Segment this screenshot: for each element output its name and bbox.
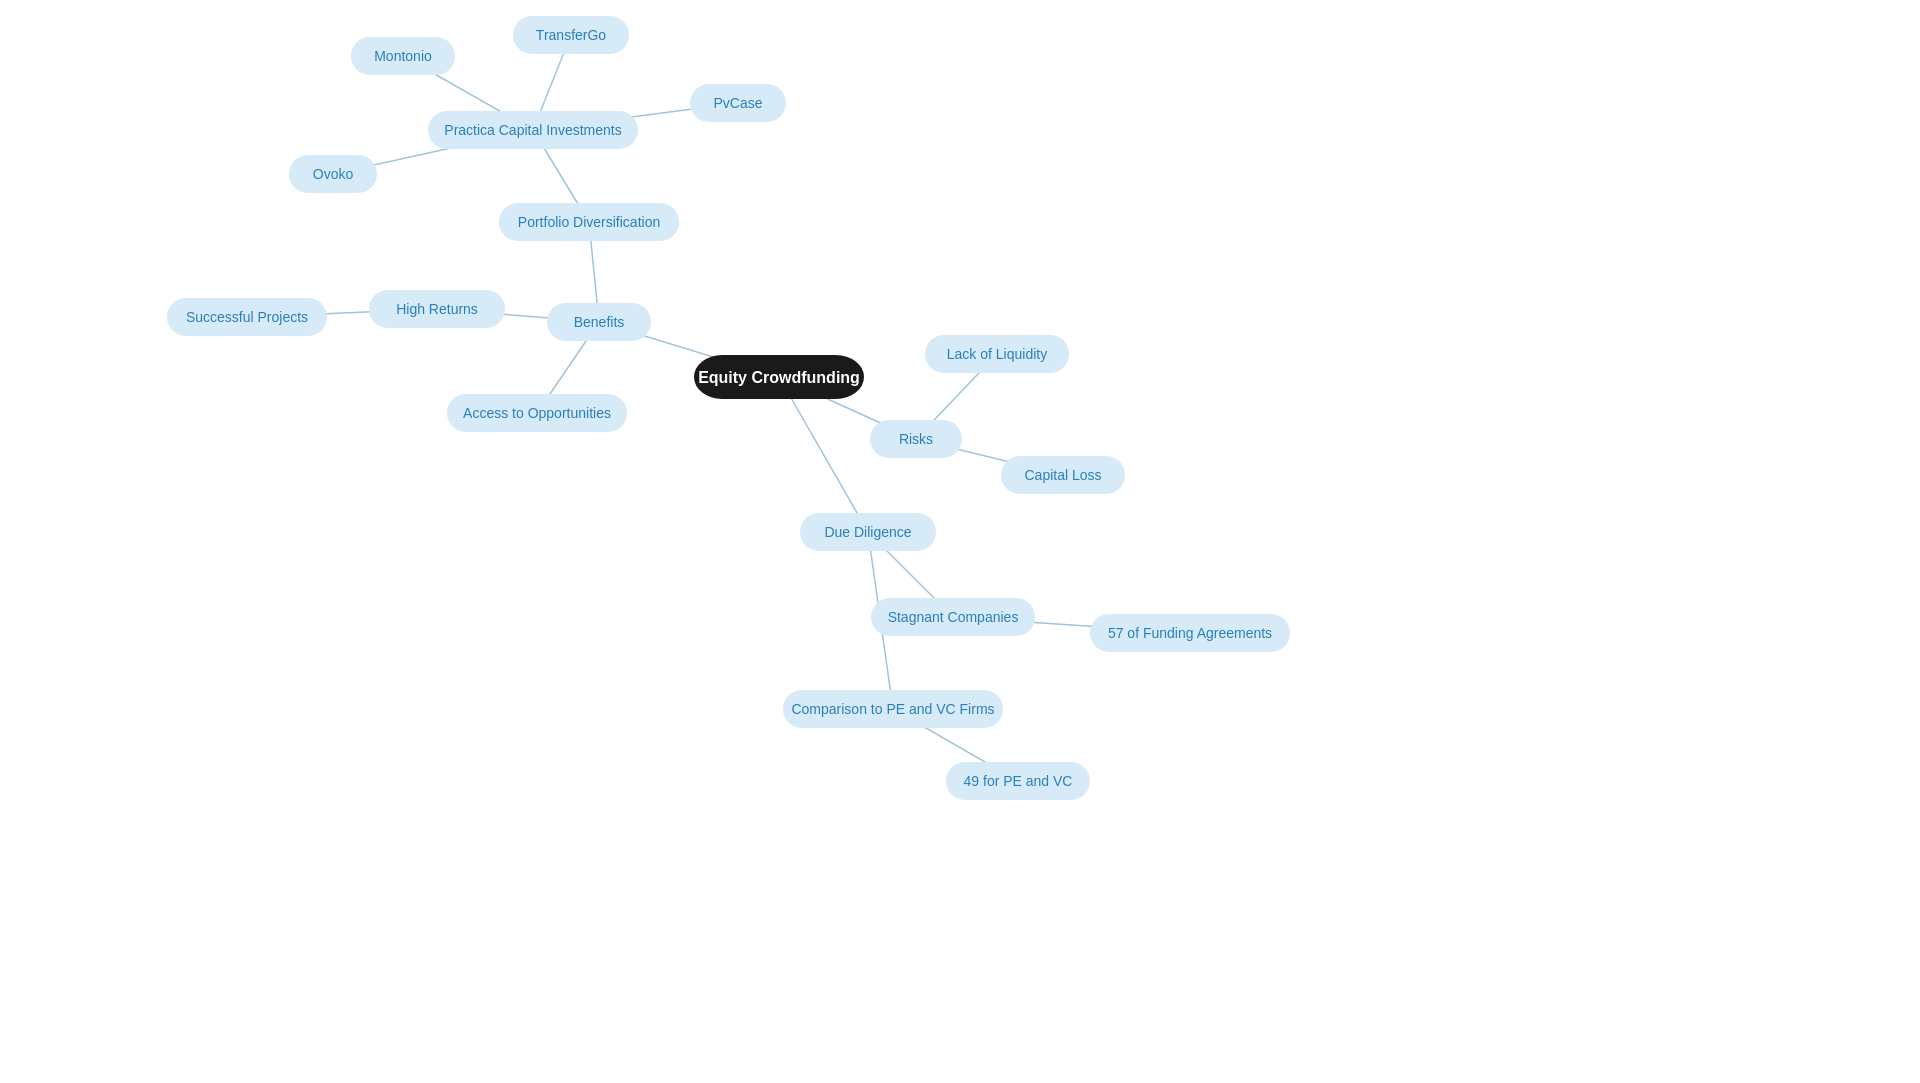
pvcase-label: PvCase — [713, 95, 762, 111]
benefits-label: Benefits — [574, 314, 625, 330]
node-capital-loss[interactable]: Capital Loss — [1001, 456, 1125, 494]
node-due-diligence[interactable]: Due Diligence — [800, 513, 936, 551]
edge-center-duediligence — [779, 377, 868, 532]
node-funding-agreements[interactable]: 57 of Funding Agreements — [1090, 614, 1290, 652]
node-practica-capital[interactable]: Practica Capital Investments — [428, 111, 638, 149]
node-access-opportunities[interactable]: Access to Opportunities — [447, 394, 627, 432]
node-transfergo[interactable]: TransferGo — [513, 16, 629, 54]
mind-map: .edge-line { stroke: #a0c4d8; stroke-wid… — [0, 0, 1920, 1083]
node-successful-projects[interactable]: Successful Projects — [167, 298, 327, 336]
node-risks[interactable]: Risks — [870, 420, 962, 458]
access-opportunities-label: Access to Opportunities — [463, 405, 611, 421]
node-lack-liquidity[interactable]: Lack of Liquidity — [925, 335, 1069, 373]
lack-liquidity-label: Lack of Liquidity — [947, 346, 1047, 362]
risks-label: Risks — [899, 431, 933, 447]
node-pvcase[interactable]: PvCase — [690, 84, 786, 122]
transfergo-label: TransferGo — [536, 27, 606, 43]
stagnant-companies-label: Stagnant Companies — [888, 609, 1019, 625]
node-comparison-pevc[interactable]: Comparison to PE and VC Firms — [783, 690, 1003, 728]
funding-agreements-label: 57 of Funding Agreements — [1108, 625, 1272, 641]
node-pe-vc[interactable]: 49 for PE and VC — [946, 762, 1090, 800]
center-label: Equity Crowdfunding — [698, 369, 860, 386]
comparison-pevc-label: Comparison to PE and VC Firms — [791, 701, 994, 717]
ovoko-label: Ovoko — [313, 166, 354, 182]
node-benefits[interactable]: Benefits — [547, 303, 651, 341]
capital-loss-label: Capital Loss — [1024, 467, 1101, 483]
due-diligence-label: Due Diligence — [824, 524, 911, 540]
high-returns-label: High Returns — [396, 301, 478, 317]
portfolio-diversification-label: Portfolio Diversification — [518, 214, 660, 230]
node-center[interactable]: Equity Crowdfunding — [694, 355, 864, 399]
montonio-label: Montonio — [374, 48, 432, 64]
node-portfolio-diversification[interactable]: Portfolio Diversification — [499, 203, 679, 241]
practica-capital-label: Practica Capital Investments — [444, 122, 621, 138]
pe-vc-label: 49 for PE and VC — [964, 773, 1073, 789]
node-high-returns[interactable]: High Returns — [369, 290, 505, 328]
node-ovoko[interactable]: Ovoko — [289, 155, 377, 193]
node-montonio[interactable]: Montonio — [351, 37, 455, 75]
successful-projects-label: Successful Projects — [186, 309, 308, 325]
node-stagnant-companies[interactable]: Stagnant Companies — [871, 598, 1035, 636]
